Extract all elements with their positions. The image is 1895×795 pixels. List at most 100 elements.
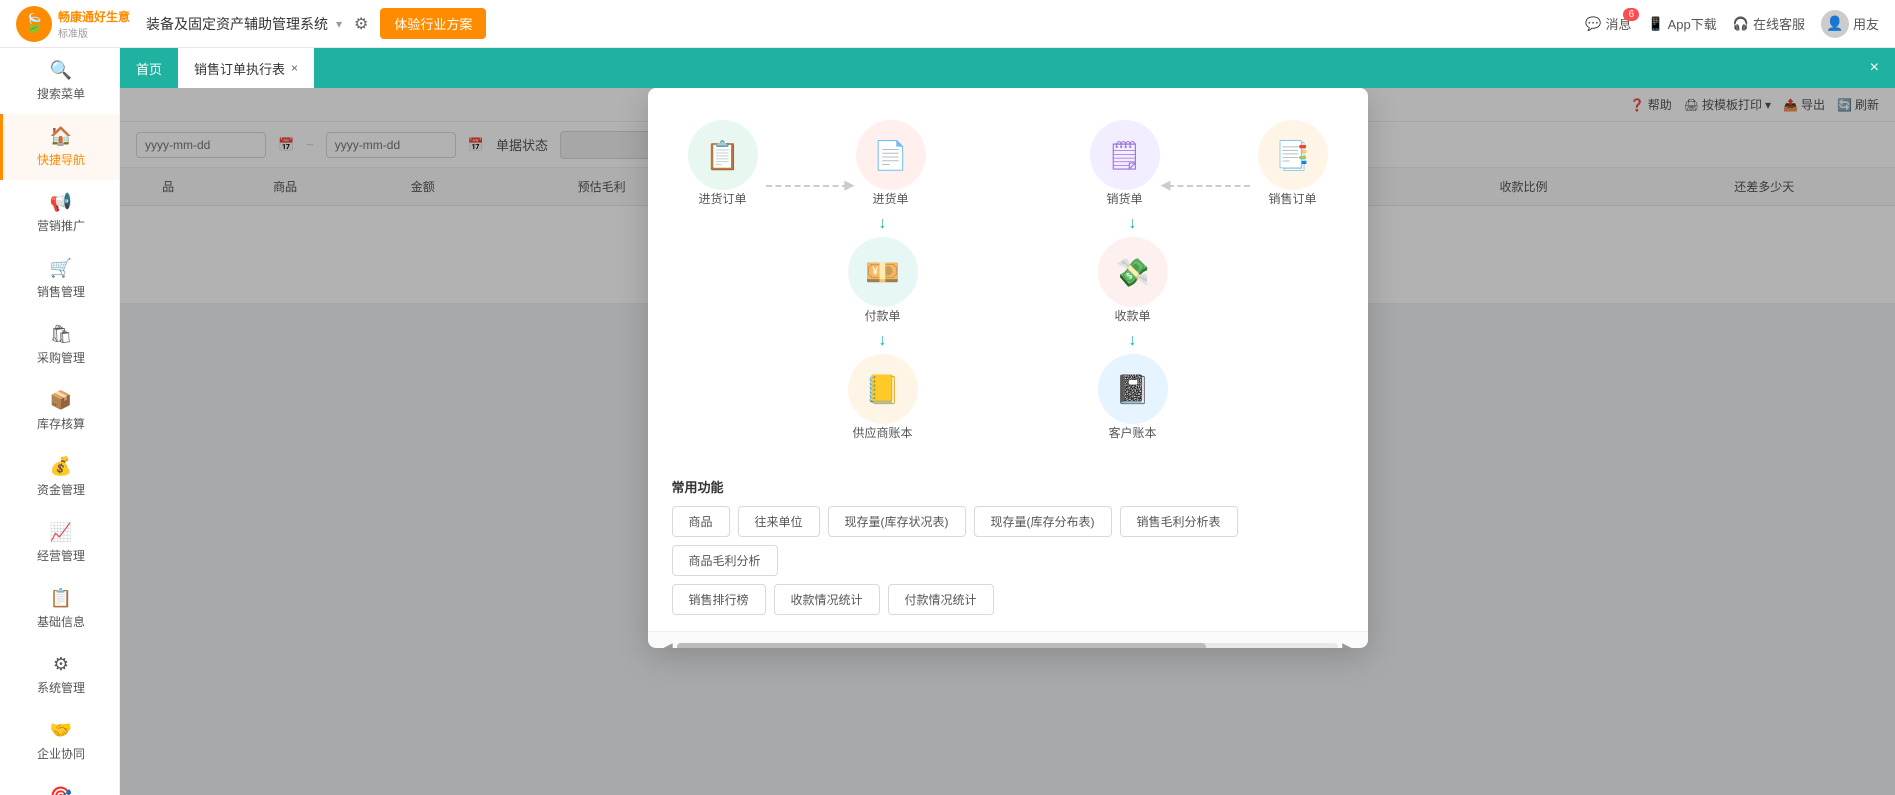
flow-section: 📋 进货订单 ▶	[648, 88, 1368, 469]
sidebar-item-label: 营销推广	[37, 217, 85, 234]
btn-partner[interactable]: 往来单位	[738, 506, 820, 537]
operations-icon: 📈	[50, 522, 72, 543]
marketing-icon: 📢	[50, 192, 72, 213]
online-service-item[interactable]: 🎧 在线客服	[1733, 14, 1805, 33]
main-layout: 🔍 搜索菜单 🏠 快捷导航 📢 营销推广 🛒 销售管理 🛍 采购管理 📦	[0, 48, 1895, 795]
payment-icon: 💴	[848, 237, 918, 307]
btn-sales-gross[interactable]: 销售毛利分析表	[1120, 506, 1238, 537]
home-icon: 🏠	[50, 126, 72, 147]
customer-ledger-icon: 📓	[1098, 354, 1168, 424]
supplier-ledger-label: 供应商账本	[852, 424, 912, 441]
sidebar-item-guide[interactable]: 🎯 新手引导	[0, 774, 119, 795]
btn-sales-rank[interactable]: 销售排行榜	[672, 584, 766, 615]
tab-bar: 首页 销售订单执行表 × ×	[120, 48, 1895, 88]
logo-area: 🍃 畅康通好生意 标准版	[16, 6, 136, 42]
purchase-order-label: 进货订单	[698, 190, 746, 207]
finance-icon: 💰	[50, 456, 72, 477]
window-close-button[interactable]: ×	[1854, 59, 1895, 77]
common-buttons-row2: 销售排行榜 收款情况统计 付款情况统计	[672, 584, 1344, 615]
sidebar-item-finance[interactable]: 💰 资金管理	[0, 444, 119, 510]
btn-product-gross[interactable]: 商品毛利分析	[672, 545, 778, 576]
sidebar: 🔍 搜索菜单 🏠 快捷导航 📢 营销推广 🛒 销售管理 🛍 采购管理 📦	[0, 48, 120, 795]
sidebar-item-label: 销售管理	[37, 283, 85, 300]
flow-node-supplier-ledger: 📒 供应商账本	[848, 354, 918, 441]
purchase-bill-label: 进货单	[872, 190, 908, 207]
scroll-right-arrow[interactable]: ▶	[1342, 640, 1351, 648]
sidebar-item-basic-info[interactable]: 📋 基础信息	[0, 576, 119, 642]
app-download-item[interactable]: 📱 App下载	[1647, 14, 1716, 33]
basic-info-icon: 📋	[50, 588, 72, 609]
logo-text: 畅康通好生意 标准版	[58, 8, 130, 40]
system-dropdown-icon[interactable]: ▾	[336, 17, 342, 31]
modal-box: 📋 进货订单 ▶	[648, 88, 1368, 648]
settings-icon[interactable]: ⚙	[354, 14, 368, 34]
scroll-left-arrow[interactable]: ◀	[664, 640, 673, 648]
flow-node-receipt: 💸 收款单	[1098, 237, 1168, 324]
customer-ledger-label: 客户账本	[1108, 424, 1156, 441]
sidebar-item-enterprise[interactable]: 🤝 企业协同	[0, 708, 119, 774]
sidebar-item-label: 采购管理	[37, 349, 85, 366]
btn-product[interactable]: 商品	[672, 506, 730, 537]
sidebar-item-label: 系统管理	[37, 679, 85, 696]
sales-order-icon: 📑	[1258, 120, 1328, 190]
modal-overlay[interactable]: 📋 进货订单 ▶	[120, 88, 1895, 795]
tab-home-label: 首页	[136, 59, 162, 78]
purchase-icon: 🛍	[50, 324, 73, 345]
user-name: 用友	[1853, 14, 1879, 33]
avatar: 👤	[1821, 10, 1849, 38]
tab-sales-order-label: 销售订单执行表	[194, 59, 285, 78]
sidebar-item-sales[interactable]: 🛒 销售管理	[0, 246, 119, 312]
sales-icon: 🛒	[50, 258, 72, 279]
receipt-label: 收款单	[1114, 307, 1150, 324]
scrollbar-row: ◀ ▶	[648, 631, 1368, 648]
flow-node-sales-bill: 🗒 销货单	[1090, 120, 1160, 207]
sidebar-item-operations[interactable]: 📈 经营管理	[0, 510, 119, 576]
system-title-area: 装备及固定资产辅助管理系统 ▾ ⚙ 体验行业方案	[146, 8, 1585, 39]
tab-home[interactable]: 首页	[120, 48, 178, 88]
guide-icon: 🎯	[50, 786, 72, 795]
scrollbar-track[interactable]	[677, 643, 1339, 648]
sidebar-item-label: 基础信息	[37, 613, 85, 630]
sales-bill-label: 销货单	[1106, 190, 1142, 207]
message-icon-item[interactable]: 💬 6 消息	[1585, 14, 1631, 33]
purchase-order-icon: 📋	[688, 120, 758, 190]
logo-subtitle: 标准版	[58, 25, 130, 40]
sales-bill-icon: 🗒	[1090, 120, 1160, 190]
tab-close-icon[interactable]: ×	[291, 61, 298, 75]
sidebar-item-label: 经营管理	[37, 547, 85, 564]
message-badge: 6	[1623, 8, 1639, 21]
sidebar-item-system[interactable]: ⚙ 系统管理	[0, 642, 119, 708]
btn-stock-status[interactable]: 现存量(库存状况表)	[828, 506, 966, 537]
sidebar-item-search[interactable]: 🔍 搜索菜单	[0, 48, 119, 114]
sidebar-item-quicknav[interactable]: 🏠 快捷导航	[0, 114, 119, 180]
app-download-label: App下载	[1668, 14, 1717, 33]
sidebar-item-inventory[interactable]: 📦 库存核算	[0, 378, 119, 444]
sidebar-item-label: 企业协同	[37, 745, 85, 762]
sidebar-item-marketing[interactable]: 📢 营销推广	[0, 180, 119, 246]
receipt-icon: 💸	[1098, 237, 1168, 307]
btn-stock-dist[interactable]: 现存量(库存分布表)	[974, 506, 1112, 537]
supplier-ledger-icon: 📒	[848, 354, 918, 424]
system-icon: ⚙	[53, 654, 69, 675]
payment-label: 付款单	[864, 307, 900, 324]
common-title: 常用功能	[672, 477, 1344, 496]
common-buttons-row1: 商品 往来单位 现存量(库存状况表) 现存量(库存分布表) 销售毛利分析表 商品…	[672, 506, 1344, 576]
sidebar-item-purchase[interactable]: 🛍 采购管理	[0, 312, 119, 378]
trial-button[interactable]: 体验行业方案	[380, 8, 486, 39]
common-section: 常用功能 商品 往来单位 现存量(库存状况表) 现存量(库存分布表) 销售毛利分…	[648, 469, 1368, 631]
online-service-icon: 🎧	[1733, 16, 1749, 32]
sidebar-item-label: 库存核算	[37, 415, 85, 432]
search-icon: 🔍	[50, 60, 72, 81]
online-service-label: 在线客服	[1753, 14, 1805, 33]
message-icon: 💬	[1585, 16, 1601, 32]
system-title: 装备及固定资产辅助管理系统	[146, 14, 328, 34]
btn-payment-stat[interactable]: 付款情况统计	[888, 584, 994, 615]
user-area[interactable]: 👤 用友	[1821, 10, 1879, 38]
sales-order-label: 销售订单	[1268, 190, 1316, 207]
flow-node-purchase-order: 📋 进货订单	[688, 120, 758, 207]
purchase-bill-icon: 📄	[856, 120, 926, 190]
sidebar-item-label: 资金管理	[37, 481, 85, 498]
btn-receipt-stat[interactable]: 收款情况统计	[774, 584, 880, 615]
flow-node-purchase-bill: 📄 进货单	[856, 120, 926, 207]
tab-sales-order[interactable]: 销售订单执行表 ×	[178, 48, 314, 88]
